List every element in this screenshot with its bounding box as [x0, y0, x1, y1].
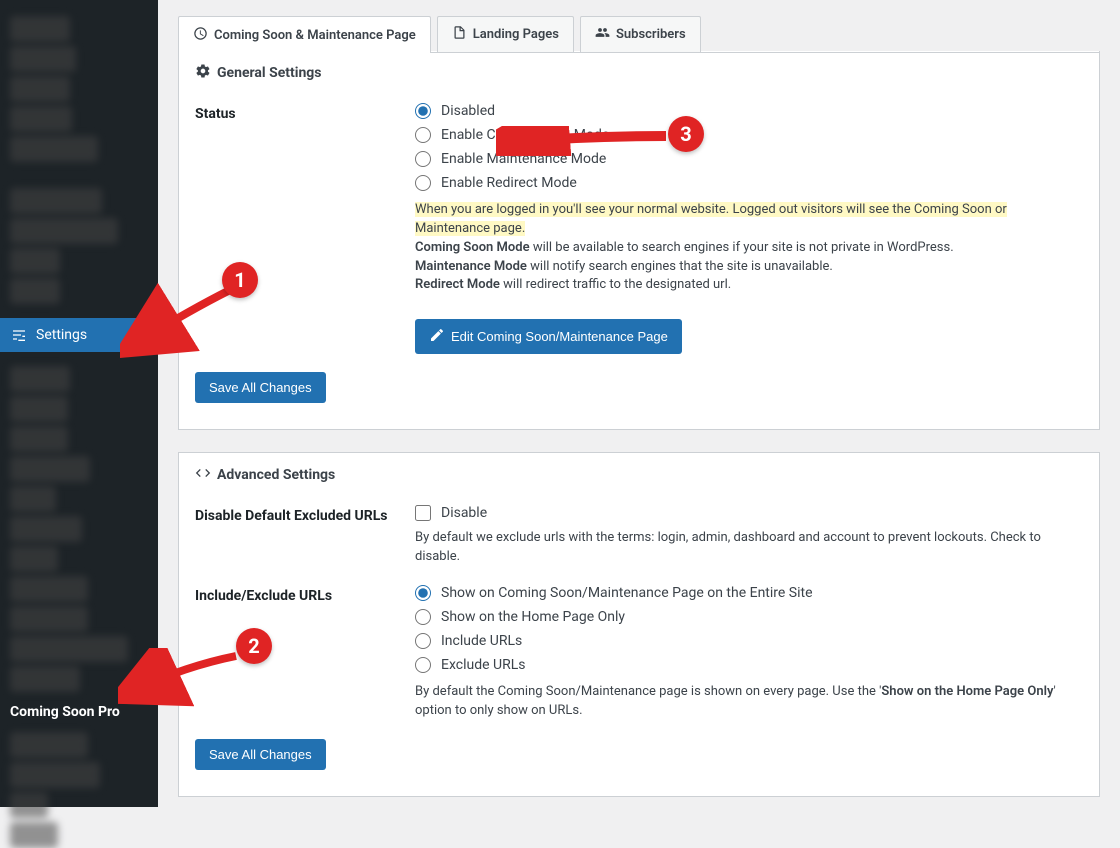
general-settings-panel: General Settings Status Disabled Enable …: [178, 51, 1100, 430]
panel-header: General Settings: [195, 63, 1083, 85]
annotation-marker-3: 3: [668, 116, 704, 152]
desc-mm-rest: will notify search engines that the site…: [527, 259, 833, 274]
include-exclude-urls-label: Include/Exclude URLs: [195, 585, 395, 604]
radio-label: Exclude URLs: [441, 657, 525, 673]
disable-excluded-urls-field: Disable By default we exclude urls with …: [415, 505, 1083, 567]
checkbox-input[interactable]: [415, 505, 431, 521]
save-all-changes-button-2[interactable]: Save All Changes: [195, 739, 326, 770]
radio-entire-site[interactable]: Show on Coming Soon/Maintenance Page on …: [415, 585, 1083, 601]
sidebar-item-label: Settings: [36, 327, 87, 343]
tab-coming-soon[interactable]: Coming Soon & Maintenance Page: [178, 16, 431, 53]
radio-home-only[interactable]: Show on the Home Page Only: [415, 609, 1083, 625]
advanced-settings-panel: Advanced Settings Disable Default Exclud…: [178, 452, 1100, 796]
tab-label: Subscribers: [616, 27, 686, 42]
button-label: Save All Changes: [209, 747, 312, 762]
sidebar-item-label: Coming Soon Pro: [10, 704, 120, 720]
tab-subscribers[interactable]: Subscribers: [580, 16, 701, 52]
radio-exclude-urls[interactable]: Exclude URLs: [415, 657, 1083, 673]
settings-icon: [10, 326, 28, 344]
annotation-arrow-3: [496, 126, 676, 156]
button-label: Save All Changes: [209, 380, 312, 395]
radio-input[interactable]: [415, 103, 431, 119]
radio-label: Show on Coming Soon/Maintenance Page on …: [441, 585, 813, 601]
ie-desc-pre: By default the Coming Soon/Maintenance p…: [415, 684, 881, 699]
disable-desc: By default we exclude urls with the term…: [415, 529, 1083, 567]
marker-label: 1: [234, 268, 245, 292]
tab-label: Landing Pages: [473, 27, 559, 42]
radio-label: Include URLs: [441, 633, 522, 649]
marker-label: 3: [680, 122, 691, 146]
code-icon: [195, 465, 211, 485]
button-label: Edit Coming Soon/Maintenance Page: [451, 329, 668, 344]
ie-desc-bold: Show on the Home Page Only: [881, 684, 1053, 699]
radio-input[interactable]: [415, 609, 431, 625]
radio-input[interactable]: [415, 127, 431, 143]
disable-excluded-urls-label: Disable Default Excluded URLs: [195, 505, 395, 524]
main-content: Coming Soon & Maintenance Page Landing P…: [158, 0, 1120, 807]
panel-header: Advanced Settings: [195, 465, 1083, 487]
radio-input[interactable]: [415, 633, 431, 649]
radio-include-urls[interactable]: Include URLs: [415, 633, 1083, 649]
desc-cs-rest: will be available to search engines if y…: [530, 240, 954, 255]
page-icon: [452, 25, 467, 44]
radio-input[interactable]: [415, 151, 431, 167]
desc-rm-bold: Redirect Mode: [415, 277, 500, 292]
tab-label: Coming Soon & Maintenance Page: [214, 28, 416, 43]
status-label: Status: [195, 103, 395, 122]
radio-redirect[interactable]: Enable Redirect Mode: [415, 175, 1083, 191]
desc-highlight: When you are logged in you'll see your n…: [415, 202, 1007, 236]
desc-cs-bold: Coming Soon Mode: [415, 240, 530, 255]
radio-label: Enable Redirect Mode: [441, 175, 577, 191]
edit-page-button[interactable]: Edit Coming Soon/Maintenance Page: [415, 319, 682, 354]
tab-landing-pages[interactable]: Landing Pages: [437, 16, 574, 52]
edit-icon: [429, 327, 445, 346]
disable-checkbox[interactable]: Disable: [415, 505, 1083, 521]
clock-icon: [193, 26, 208, 45]
marker-label: 2: [248, 634, 259, 658]
radio-input[interactable]: [415, 585, 431, 601]
annotation-arrow-2: [118, 648, 248, 708]
desc-mm-bold: Maintenance Mode: [415, 259, 527, 274]
annotation-marker-1: 1: [222, 262, 258, 298]
ie-description: By default the Coming Soon/Maintenance p…: [415, 683, 1083, 721]
status-description: When you are logged in you'll see your n…: [415, 201, 1083, 295]
annotation-marker-2: 2: [236, 628, 272, 664]
checkbox-label: Disable: [441, 505, 487, 521]
radio-label: Disabled: [441, 103, 495, 119]
users-icon: [595, 25, 610, 44]
radio-label: Show on the Home Page Only: [441, 609, 625, 625]
panel-title: General Settings: [217, 65, 322, 81]
save-all-changes-button[interactable]: Save All Changes: [195, 372, 326, 403]
radio-input[interactable]: [415, 657, 431, 673]
radio-input[interactable]: [415, 175, 431, 191]
tab-bar: Coming Soon & Maintenance Page Landing P…: [178, 16, 1100, 53]
include-exclude-urls-field: Show on Coming Soon/Maintenance Page on …: [415, 585, 1083, 721]
radio-disabled[interactable]: Disabled: [415, 103, 1083, 119]
gears-icon: [195, 63, 211, 83]
panel-title: Advanced Settings: [217, 467, 335, 483]
desc-rm-rest: will redirect traffic to the designated …: [500, 277, 731, 292]
